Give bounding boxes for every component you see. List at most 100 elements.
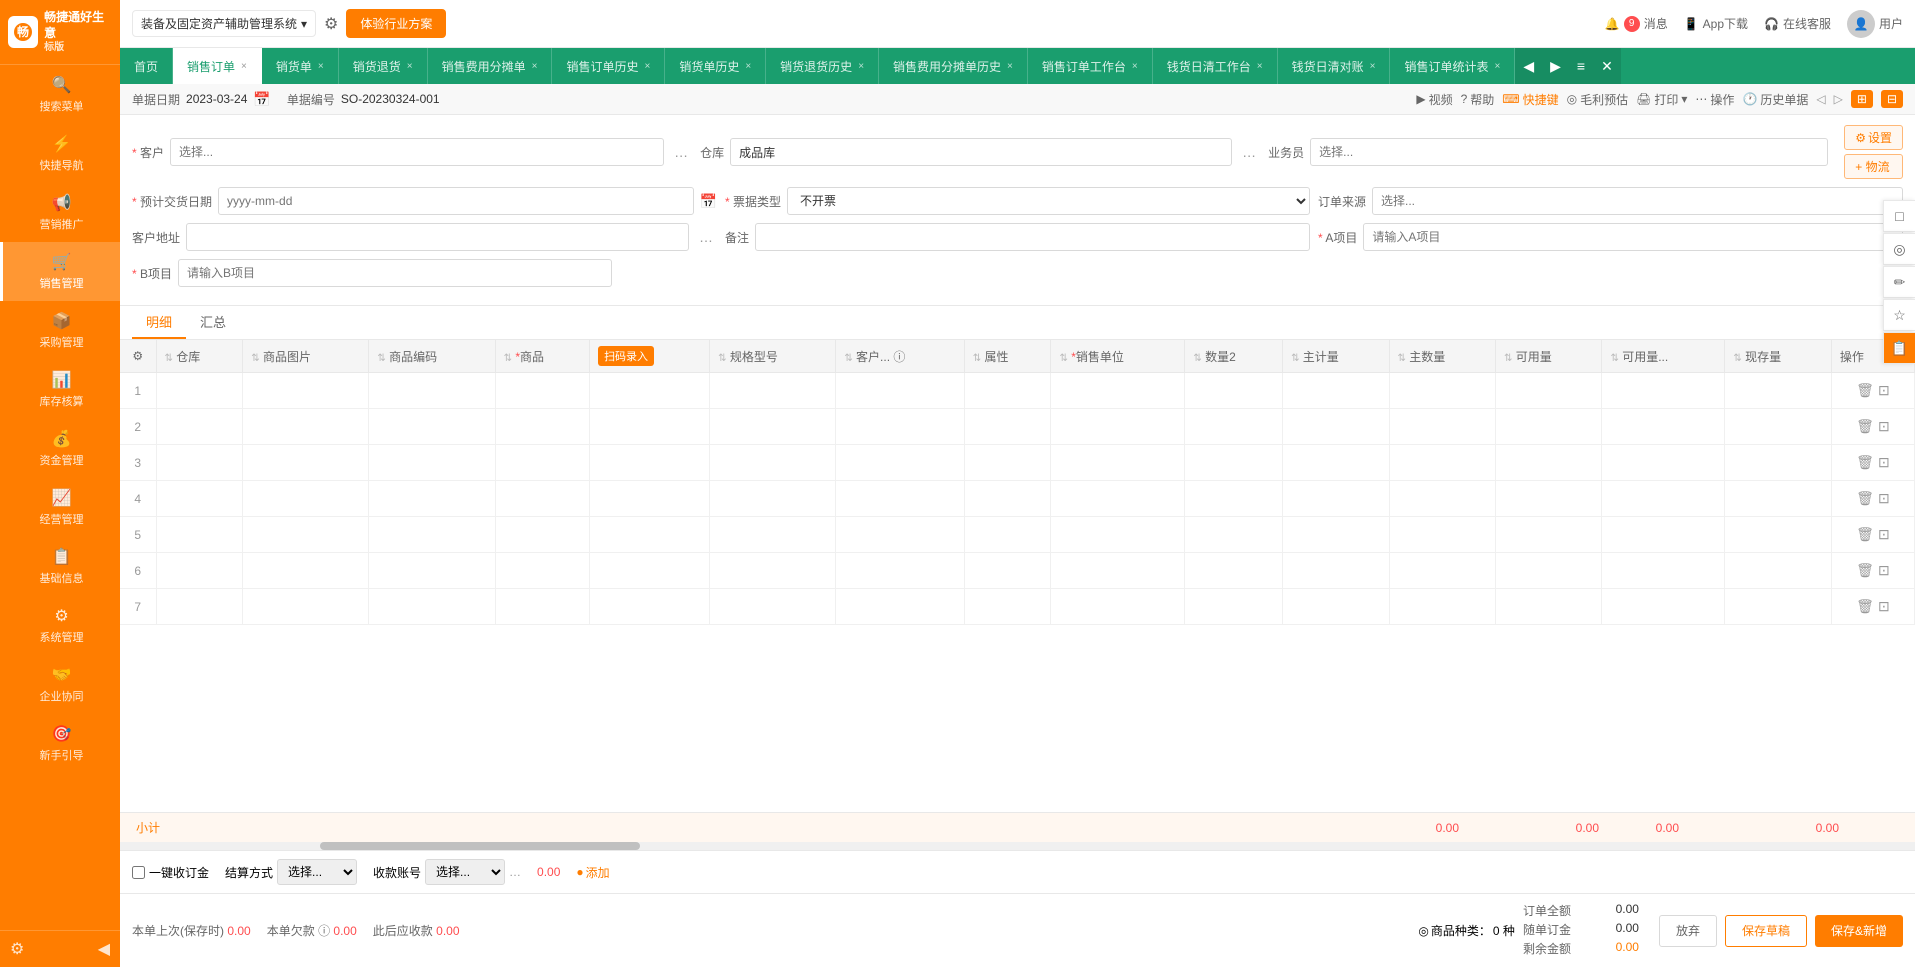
add-button[interactable]: ● 添加 (576, 864, 609, 881)
copy-row-icon[interactable]: ⊡ (1878, 490, 1890, 507)
ticket-type-select[interactable]: 不开票 (787, 187, 1310, 215)
row-2-spec[interactable] (710, 409, 836, 445)
row-2-qty2[interactable] (1185, 409, 1283, 445)
tab-more-button[interactable]: ≡ (1569, 48, 1593, 84)
row-2-main-qty[interactable] (1389, 409, 1495, 445)
tab-return-history[interactable]: 销货退货历史 × (766, 48, 879, 84)
row-3-warehouse[interactable] (156, 445, 243, 481)
scan-button[interactable]: 扫码录入 (598, 346, 654, 366)
sidebar-item-finance[interactable]: 💰 资金管理 (0, 419, 120, 478)
warehouse-more-icon[interactable]: … (1238, 144, 1260, 160)
account-more-icon[interactable]: … (509, 865, 521, 879)
delete-icon[interactable]: 🗑 (1856, 598, 1874, 615)
collapse-icon[interactable]: ◀ (98, 939, 110, 959)
settings-bottom-icon[interactable]: ⚙ (10, 939, 24, 959)
row-2-sales-unit[interactable] (1051, 409, 1185, 445)
layout-button[interactable]: ⊞ (1851, 90, 1873, 108)
delete-icon[interactable]: 🗑 (1856, 418, 1874, 435)
delete-icon[interactable]: 🗑 (1856, 562, 1874, 579)
delivery-date-input[interactable] (218, 187, 694, 215)
copy-row-icon[interactable]: ⊡ (1878, 562, 1890, 579)
orange-layout-button[interactable]: ⊟ (1881, 90, 1903, 108)
tab-summary[interactable]: 汇总 (186, 306, 240, 339)
salesman-input[interactable] (1310, 138, 1828, 166)
tab-detail[interactable]: 明细 (132, 306, 186, 339)
row-1-product-code[interactable] (369, 373, 495, 409)
sidebar-item-operations[interactable]: 📈 经营管理 (0, 478, 120, 537)
float-edit-button[interactable]: ✏ (1883, 266, 1915, 298)
horizontal-scrollbar[interactable] (120, 842, 1915, 850)
date-calendar-icon[interactable]: 📅 (700, 193, 717, 210)
tab-daily-workbench[interactable]: 钱货日清工作台 × (1153, 48, 1278, 84)
remarks-input[interactable] (755, 223, 1310, 251)
add-logistics-button[interactable]: + 物流 (1844, 154, 1903, 179)
tab-close-icon[interactable]: × (1370, 61, 1376, 72)
tab-close-all-button[interactable]: ✕ (1593, 48, 1621, 84)
copy-row-icon[interactable]: ⊡ (1878, 598, 1890, 615)
tab-prev-button[interactable]: ◀ (1515, 48, 1542, 84)
delete-icon[interactable]: 🗑 (1856, 526, 1874, 543)
operations-action[interactable]: ⋯ 操作 (1695, 91, 1734, 108)
row-2-attributes[interactable] (964, 409, 1051, 445)
copy-row-icon[interactable]: ⊡ (1878, 382, 1890, 399)
row-2-customer-code[interactable] (836, 409, 964, 445)
shortcut-action[interactable]: ⌨ 快捷键 (1502, 91, 1558, 108)
row-1-warehouse[interactable] (156, 373, 243, 409)
tab-sales-invoice[interactable]: 销货单 × (262, 48, 339, 84)
row-2-product-code[interactable] (369, 409, 495, 445)
row-1-customer-code[interactable] (836, 373, 964, 409)
quick-deposit-checkbox[interactable]: 一键收订金 (132, 864, 209, 881)
row-1-main-qty[interactable] (1389, 373, 1495, 409)
system-title[interactable]: 装备及固定资产辅助管理系统 ▾ (132, 10, 316, 37)
copy-row-icon[interactable]: ⊡ (1878, 418, 1890, 435)
quick-deposit-input[interactable] (132, 866, 145, 879)
row-1-product[interactable] (495, 373, 589, 409)
tab-order-workbench[interactable]: 销售订单工作台 × (1028, 48, 1153, 84)
column-settings-icon[interactable]: ⚙ (132, 349, 143, 363)
sidebar-item-inventory[interactable]: 📊 库存核算 (0, 360, 120, 419)
float-favorite-button[interactable]: ☆ (1883, 299, 1915, 331)
notifications-item[interactable]: 🔔 9 消息 (1605, 15, 1668, 32)
sidebar-item-purchase[interactable]: 📦 采购管理 (0, 301, 120, 360)
customer-address-input[interactable] (186, 223, 689, 251)
row-1-attributes[interactable] (964, 373, 1051, 409)
tab-close-icon[interactable]: × (644, 61, 650, 72)
row-2-product[interactable] (495, 409, 589, 445)
user-item[interactable]: 👤 用户 (1847, 10, 1903, 38)
next-record-icon[interactable]: ▷ (1834, 92, 1843, 106)
view-action[interactable]: ▶ 视频 (1416, 91, 1452, 108)
industry-solution-button[interactable]: 体验行业方案 (346, 9, 446, 38)
tab-sales-invoice-history[interactable]: 销货单历史 × (665, 48, 766, 84)
delete-icon[interactable]: 🗑 (1856, 382, 1874, 399)
order-source-input[interactable] (1372, 187, 1903, 215)
payment-method-select[interactable]: 选择... (277, 859, 357, 885)
copy-row-icon[interactable]: ⊡ (1878, 526, 1890, 543)
help-action[interactable]: ? 帮助 (1461, 91, 1495, 108)
app-download-item[interactable]: 📱 App下载 (1684, 15, 1748, 32)
tab-close-icon[interactable]: × (1007, 61, 1013, 72)
tab-next-button[interactable]: ▶ (1542, 48, 1569, 84)
discard-button[interactable]: 放弃 (1659, 915, 1717, 947)
sidebar-item-cooperation[interactable]: 🤝 企业协同 (0, 655, 120, 714)
account-select[interactable]: 选择... (425, 859, 505, 885)
tab-close-icon[interactable]: × (1257, 61, 1263, 72)
tab-close-icon[interactable]: × (407, 61, 413, 72)
sidebar-item-sales[interactable]: 🛒 销售管理 (0, 242, 120, 301)
row-1-sales-unit[interactable] (1051, 373, 1185, 409)
sidebar-item-marketing[interactable]: 📢 营销推广 (0, 183, 120, 242)
row-1-spec[interactable] (710, 373, 836, 409)
settings-panel-button[interactable]: ⚙ 设置 (1844, 125, 1903, 150)
gear-settings-icon[interactable]: ⚙ (324, 14, 338, 34)
float-settings-button[interactable]: ◎ (1883, 233, 1915, 265)
customer-input[interactable] (170, 138, 664, 166)
customer-more-icon[interactable]: … (670, 144, 692, 160)
sidebar-item-shortcut[interactable]: ⚡ 快捷导航 (0, 124, 120, 183)
profit-action[interactable]: ◎ 毛利预估 (1567, 91, 1629, 108)
calendar-icon[interactable]: 📅 (253, 91, 270, 108)
tab-home[interactable]: 首页 (120, 48, 173, 84)
warehouse-input[interactable] (730, 138, 1232, 166)
prev-record-icon[interactable]: ◁ (1816, 92, 1825, 106)
tab-stats[interactable]: 销售订单统计表 × (1390, 48, 1515, 84)
sidebar-item-basics[interactable]: 📋 基础信息 (0, 537, 120, 596)
delete-icon[interactable]: 🗑 (1856, 454, 1874, 471)
